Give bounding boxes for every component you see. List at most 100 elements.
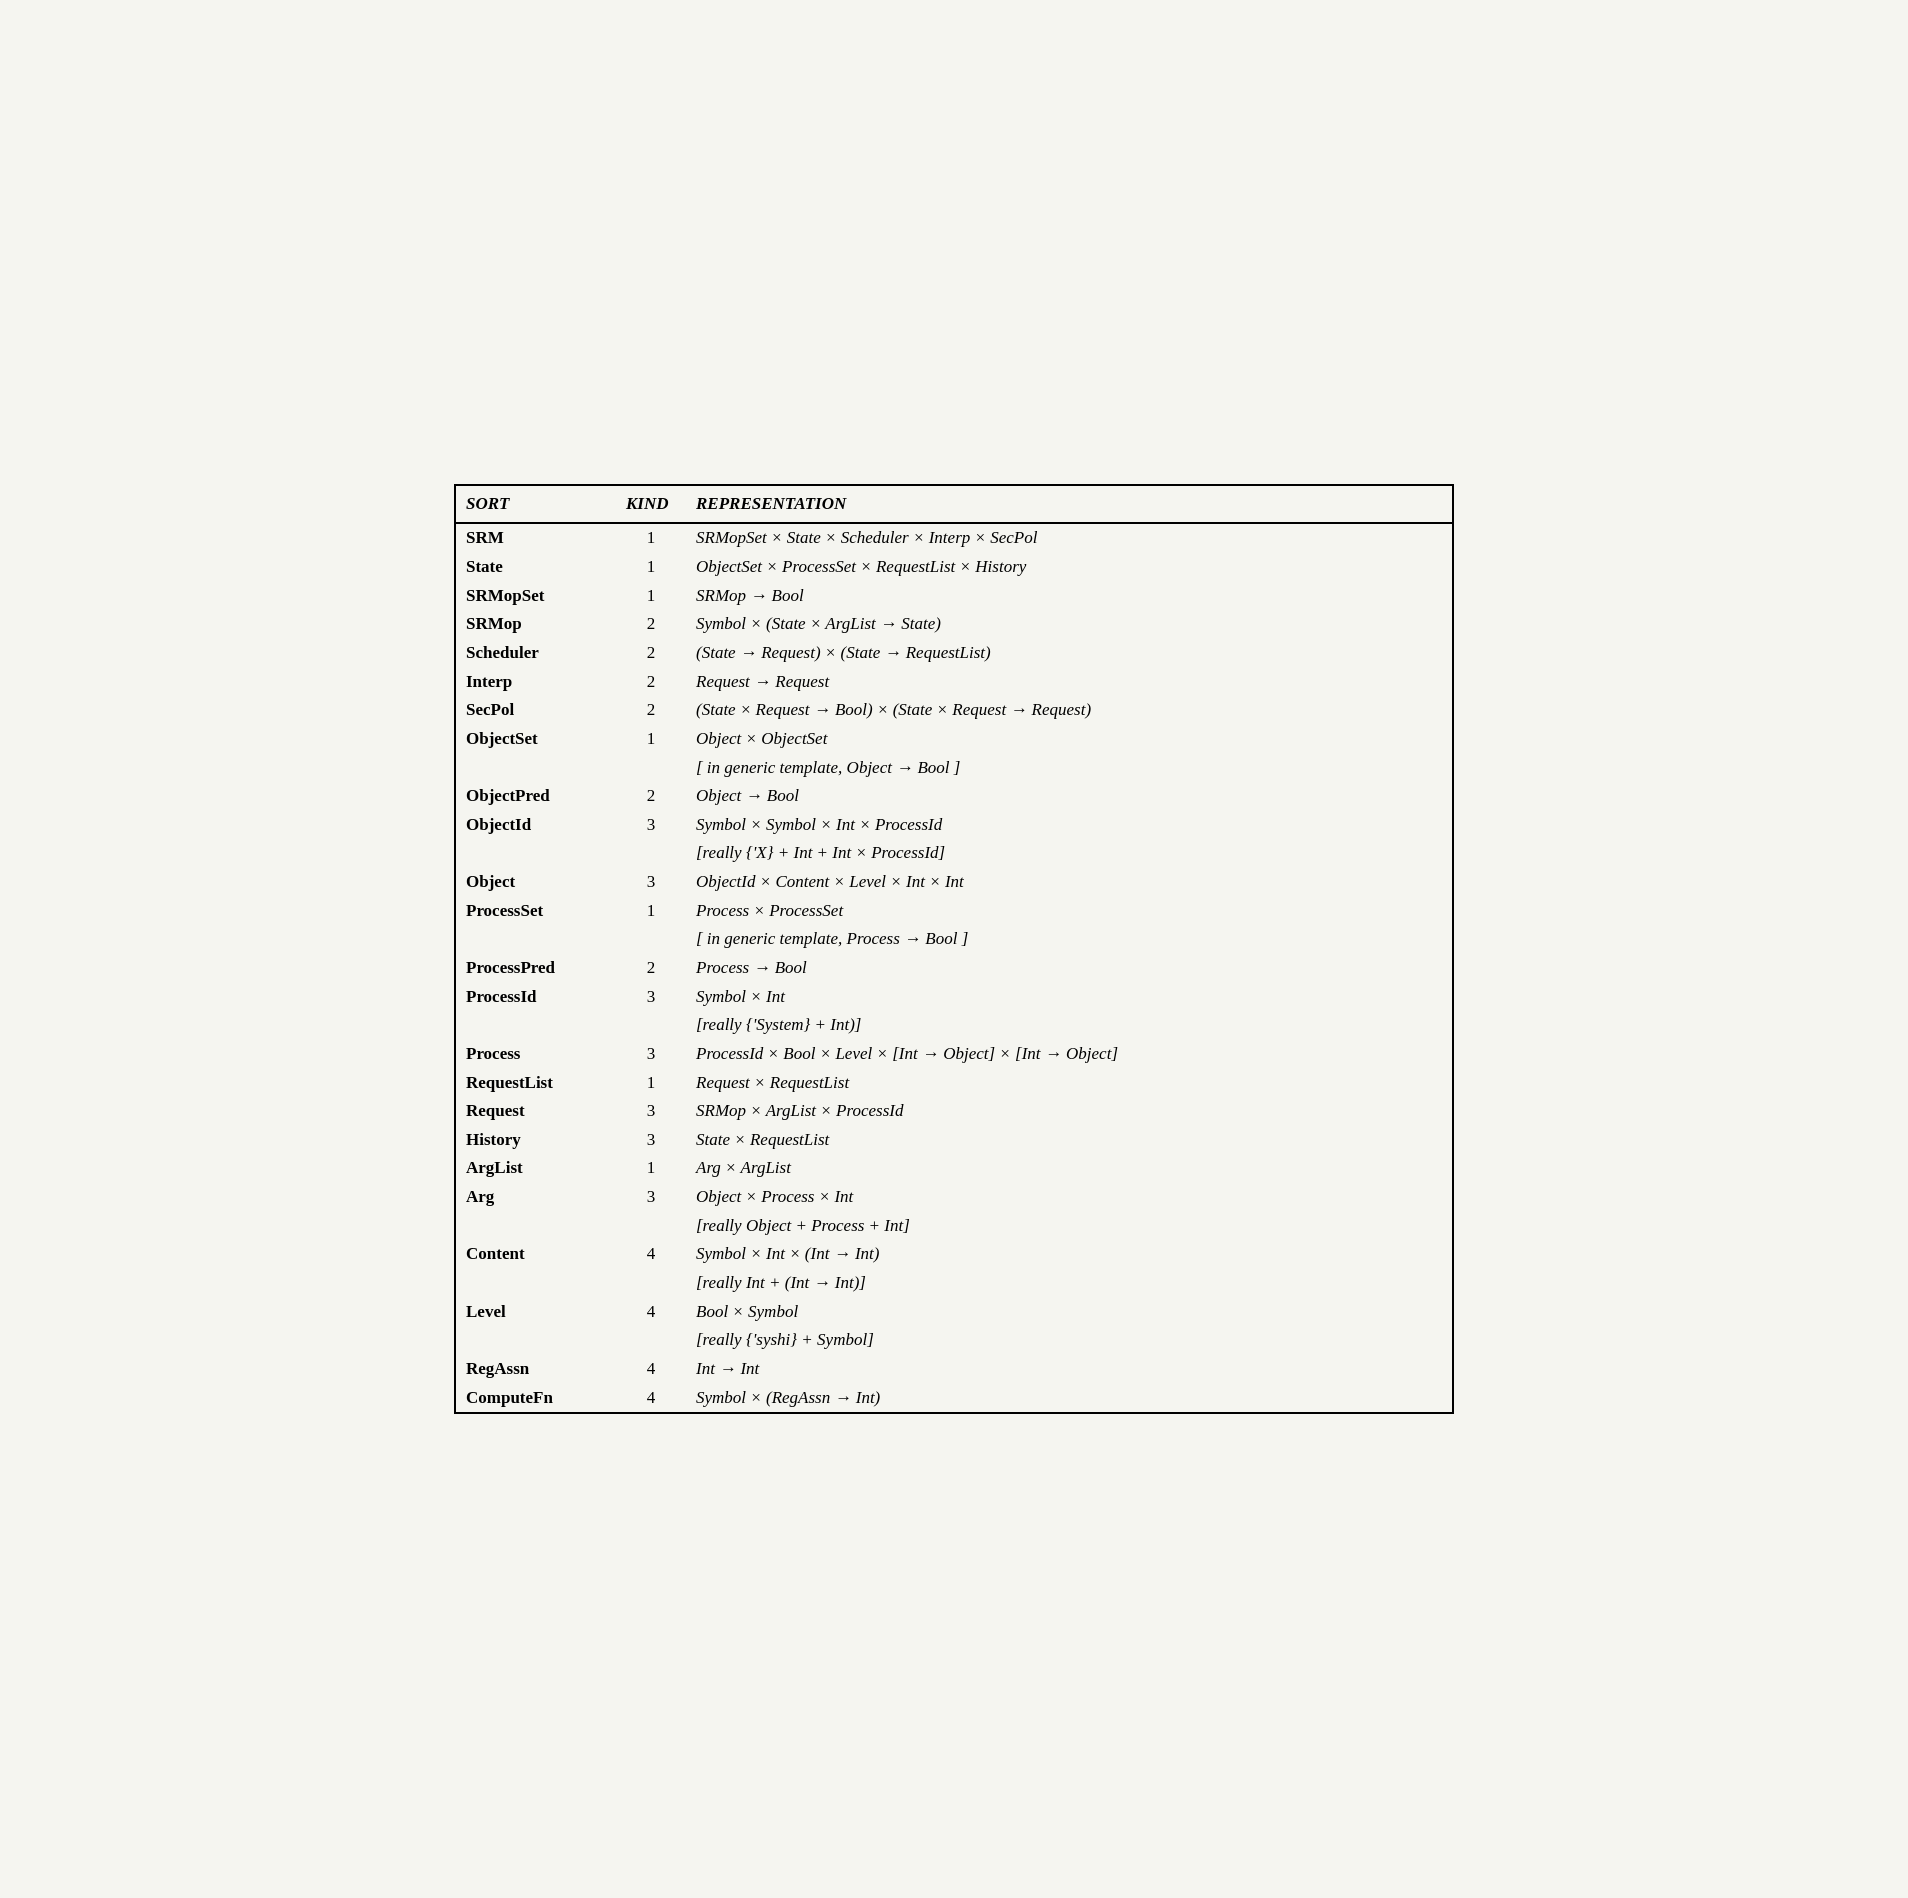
- repr-cell: Object × ObjectSet: [686, 725, 1452, 754]
- header-sort: SORT: [456, 486, 616, 524]
- continuation-row: [really Int + (Int → Int)]: [456, 1269, 1452, 1298]
- kind-cell: 2: [616, 668, 686, 697]
- kind-cell-empty: [616, 1269, 686, 1298]
- sort-cell-empty: [456, 754, 616, 783]
- kind-cell-empty: [616, 1212, 686, 1241]
- sort-kind-repr-table: SORT KIND REPRESENTATION SRM1SRMopSet × …: [456, 486, 1452, 1413]
- repr-cell: Symbol × Int: [686, 983, 1452, 1012]
- sort-cell-empty: [456, 1212, 616, 1241]
- kind-cell: 1: [616, 897, 686, 926]
- repr-cell: Object → Bool: [686, 782, 1452, 811]
- table-row: SecPol2(State × Request → Bool) × (State…: [456, 696, 1452, 725]
- kind-cell: 1: [616, 553, 686, 582]
- sort-cell: ProcessPred: [456, 954, 616, 983]
- repr-cell: SRMopSet × State × Scheduler × Interp × …: [686, 523, 1452, 553]
- continuation-cell: [ in generic template, Object → Bool ]: [686, 754, 1452, 783]
- kind-cell: 2: [616, 610, 686, 639]
- sort-cell: ObjectId: [456, 811, 616, 840]
- table-row: RegAssn4Int → Int: [456, 1355, 1452, 1384]
- kind-cell: 3: [616, 1097, 686, 1126]
- sort-cell: History: [456, 1126, 616, 1155]
- table-row: History3State × RequestList: [456, 1126, 1452, 1155]
- page-container: SORT KIND REPRESENTATION SRM1SRMopSet × …: [454, 484, 1454, 1415]
- repr-cell: Process × ProcessSet: [686, 897, 1452, 926]
- repr-cell: Request × RequestList: [686, 1069, 1452, 1098]
- repr-cell: Symbol × (RegAssn → Int): [686, 1384, 1452, 1413]
- kind-cell: 1: [616, 523, 686, 553]
- continuation-cell: [really {'syshi} + Symbol]: [686, 1326, 1452, 1355]
- continuation-row: [really {'syshi} + Symbol]: [456, 1326, 1452, 1355]
- table-row: SRMop2Symbol × (State × ArgList → State): [456, 610, 1452, 639]
- repr-cell: State × RequestList: [686, 1126, 1452, 1155]
- repr-cell: (State × Request → Bool) × (State × Requ…: [686, 696, 1452, 725]
- sort-cell: RequestList: [456, 1069, 616, 1098]
- sort-cell: ObjectPred: [456, 782, 616, 811]
- sort-cell: SRMopSet: [456, 582, 616, 611]
- continuation-row: [ in generic template, Process → Bool ]: [456, 925, 1452, 954]
- table-row: Interp2Request → Request: [456, 668, 1452, 697]
- continuation-cell: [really Object + Process + Int]: [686, 1212, 1452, 1241]
- kind-cell: 1: [616, 1154, 686, 1183]
- header-kind: KIND: [616, 486, 686, 524]
- table-body: SRM1SRMopSet × State × Scheduler × Inter…: [456, 523, 1452, 1412]
- kind-cell: 3: [616, 811, 686, 840]
- kind-cell: 1: [616, 1069, 686, 1098]
- kind-cell: 2: [616, 782, 686, 811]
- sort-cell: ProcessSet: [456, 897, 616, 926]
- sort-cell: ProcessId: [456, 983, 616, 1012]
- sort-cell-empty: [456, 839, 616, 868]
- sort-cell: Scheduler: [456, 639, 616, 668]
- sort-cell-empty: [456, 1269, 616, 1298]
- repr-cell: Int → Int: [686, 1355, 1452, 1384]
- sort-cell: ComputeFn: [456, 1384, 616, 1413]
- sort-cell: Object: [456, 868, 616, 897]
- sort-cell: RegAssn: [456, 1355, 616, 1384]
- table-row: Object3ObjectId × Content × Level × Int …: [456, 868, 1452, 897]
- sort-cell: Interp: [456, 668, 616, 697]
- table-row: ArgList1Arg × ArgList: [456, 1154, 1452, 1183]
- repr-cell: (State → Request) × (State → RequestList…: [686, 639, 1452, 668]
- table-row: SRM1SRMopSet × State × Scheduler × Inter…: [456, 523, 1452, 553]
- table-row: Scheduler2(State → Request) × (State → R…: [456, 639, 1452, 668]
- table-row: ComputeFn4Symbol × (RegAssn → Int): [456, 1384, 1452, 1413]
- kind-cell-empty: [616, 839, 686, 868]
- kind-cell: 4: [616, 1240, 686, 1269]
- repr-cell: Symbol × Int × (Int → Int): [686, 1240, 1452, 1269]
- table-row: RequestList1Request × RequestList: [456, 1069, 1452, 1098]
- table-header-row: SORT KIND REPRESENTATION: [456, 486, 1452, 524]
- sort-cell: ArgList: [456, 1154, 616, 1183]
- kind-cell: 3: [616, 1183, 686, 1212]
- continuation-cell: [really Int + (Int → Int)]: [686, 1269, 1452, 1298]
- sort-cell-empty: [456, 925, 616, 954]
- continuation-row: [really Object + Process + Int]: [456, 1212, 1452, 1241]
- table-row: Request3SRMop × ArgList × ProcessId: [456, 1097, 1452, 1126]
- repr-cell: ProcessId × Bool × Level × [Int → Object…: [686, 1040, 1452, 1069]
- kind-cell: 4: [616, 1384, 686, 1413]
- kind-cell: 1: [616, 725, 686, 754]
- kind-cell: 2: [616, 696, 686, 725]
- kind-cell: 3: [616, 983, 686, 1012]
- table-row: SRMopSet1SRMop → Bool: [456, 582, 1452, 611]
- kind-cell: 4: [616, 1355, 686, 1384]
- continuation-cell: [ in generic template, Process → Bool ]: [686, 925, 1452, 954]
- sort-cell: Request: [456, 1097, 616, 1126]
- kind-cell: 3: [616, 868, 686, 897]
- table-row: Content4Symbol × Int × (Int → Int): [456, 1240, 1452, 1269]
- table-row: ProcessId3Symbol × Int: [456, 983, 1452, 1012]
- repr-cell: SRMop → Bool: [686, 582, 1452, 611]
- table-row: Process3ProcessId × Bool × Level × [Int …: [456, 1040, 1452, 1069]
- header-repr: REPRESENTATION: [686, 486, 1452, 524]
- table-row: ProcessSet1Process × ProcessSet: [456, 897, 1452, 926]
- repr-cell: Symbol × (State × ArgList → State): [686, 610, 1452, 639]
- continuation-row: [ in generic template, Object → Bool ]: [456, 754, 1452, 783]
- sort-cell: Process: [456, 1040, 616, 1069]
- kind-cell-empty: [616, 1326, 686, 1355]
- sort-cell: Arg: [456, 1183, 616, 1212]
- repr-cell: Symbol × Symbol × Int × ProcessId: [686, 811, 1452, 840]
- sort-cell-empty: [456, 1326, 616, 1355]
- kind-cell: 1: [616, 582, 686, 611]
- table-row: ObjectSet1Object × ObjectSet: [456, 725, 1452, 754]
- continuation-row: [really {'System} + Int)]: [456, 1011, 1452, 1040]
- kind-cell: 4: [616, 1298, 686, 1327]
- kind-cell: 2: [616, 639, 686, 668]
